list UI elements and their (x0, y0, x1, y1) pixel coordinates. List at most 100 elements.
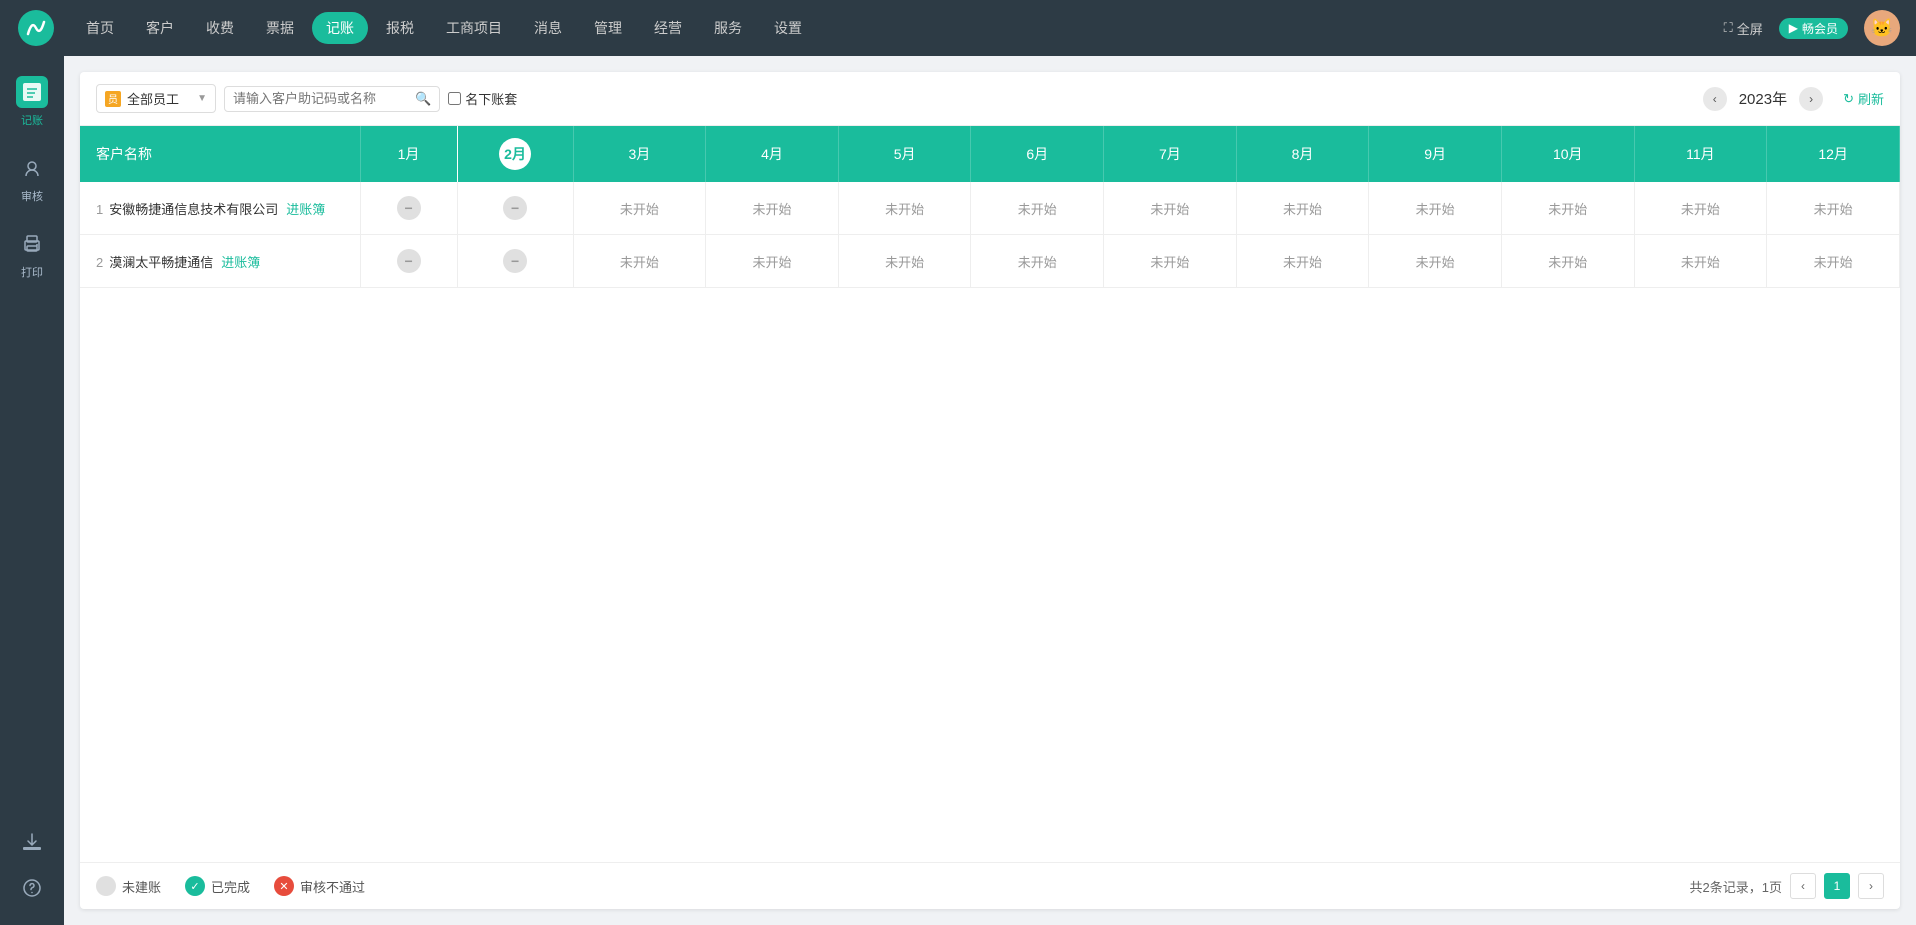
year-nav: ‹ 2023年 › (1703, 87, 1823, 111)
col-header-jun: 6月 (971, 126, 1104, 182)
legend-red-icon (274, 876, 294, 896)
nav-home[interactable]: 首页 (72, 12, 128, 44)
cell-month-0-4: 未开始 (838, 182, 971, 235)
sidebar-item-review[interactable]: 审核 (0, 140, 64, 216)
year-display: 2023年 (1739, 88, 1787, 109)
table-row: 1安徽畅捷通信息技术有限公司进账簿−−未开始未开始未开始未开始未开始未开始未开始… (80, 182, 1900, 235)
search-input[interactable] (233, 91, 409, 106)
nav-accounting[interactable]: 记账 (312, 12, 368, 44)
col-header-jul: 7月 (1104, 126, 1237, 182)
nav-customers[interactable]: 客户 (132, 12, 188, 44)
my-accounts-checkbox[interactable] (448, 92, 461, 105)
nav-settings[interactable]: 设置 (760, 12, 816, 44)
status-dash-icon: − (503, 196, 527, 220)
col-header-mar: 3月 (573, 126, 706, 182)
cell-month-0-1: − (457, 182, 573, 235)
cell-month-0-11: 未开始 (1767, 182, 1900, 235)
col-header-customer: 客户名称 (80, 126, 360, 182)
my-accounts-checkbox-wrap[interactable]: 名下账套 (448, 89, 517, 108)
enter-ledger-link[interactable]: 进账簿 (286, 202, 325, 217)
search-input-wrap: 🔍 (224, 86, 440, 112)
sidebar-download-button[interactable] (13, 821, 51, 863)
cell-month-1-2: 未开始 (573, 235, 706, 288)
cell-month-0-6: 未开始 (1104, 182, 1237, 235)
cell-month-0-5: 未开始 (971, 182, 1104, 235)
cell-month-0-0: − (360, 182, 457, 235)
main-layout: 记账 审核 打印 (0, 56, 1916, 925)
review-icon (16, 152, 48, 184)
cell-month-1-10: 未开始 (1634, 235, 1767, 288)
col-header-oct: 10月 (1501, 126, 1634, 182)
refresh-label: 刷新 (1858, 89, 1884, 108)
next-page-button[interactable]: › (1858, 873, 1884, 899)
cell-month-0-2: 未开始 (573, 182, 706, 235)
col-header-aug: 8月 (1236, 126, 1369, 182)
nav-invoices[interactable]: 票据 (252, 12, 308, 44)
col-header-jan: 1月 (360, 126, 457, 182)
cell-month-1-11: 未开始 (1767, 235, 1900, 288)
legend-rejected: 审核不通过 (274, 876, 365, 896)
company-name: 漠澜太平畅捷通信 (109, 255, 213, 270)
employee-select[interactable]: 员 全部员工 ▼ (96, 84, 216, 113)
cell-month-0-9: 未开始 (1501, 182, 1634, 235)
sidebar-label-review: 审核 (21, 188, 43, 204)
fullscreen-label: 全屏 (1737, 19, 1763, 38)
refresh-icon: ↻ (1843, 91, 1854, 107)
cell-month-1-1: − (457, 235, 573, 288)
accounting-icon (16, 76, 48, 108)
my-accounts-label: 名下账套 (465, 89, 517, 108)
cell-company-0: 1安徽畅捷通信息技术有限公司进账簿 (80, 182, 360, 235)
cell-month-1-4: 未开始 (838, 235, 971, 288)
current-page-button[interactable]: 1 (1824, 873, 1850, 899)
next-year-button[interactable]: › (1799, 87, 1823, 111)
prev-page-button[interactable]: ‹ (1790, 873, 1816, 899)
col-header-apr: 4月 (706, 126, 839, 182)
nav-operations[interactable]: 经营 (640, 12, 696, 44)
total-records: 共2条记录，1页 (1690, 877, 1782, 896)
refresh-button[interactable]: ↻ 刷新 (1843, 89, 1884, 108)
legend-gray-icon (96, 876, 116, 896)
cell-month-0-3: 未开始 (706, 182, 839, 235)
nav-billing[interactable]: 收费 (192, 12, 248, 44)
col-header-dec: 12月 (1767, 126, 1900, 182)
enter-ledger-link[interactable]: 进账簿 (221, 255, 260, 270)
status-dash-icon: − (503, 249, 527, 273)
sidebar-bottom (0, 821, 64, 925)
col-header-may: 5月 (838, 126, 971, 182)
sidebar-item-print[interactable]: 打印 (0, 216, 64, 292)
nav-management[interactable]: 管理 (580, 12, 636, 44)
nav-messages[interactable]: 消息 (520, 12, 576, 44)
main-card: 员 全部员工 ▼ 🔍 名下账套 ‹ 2023年 › (80, 72, 1900, 909)
cell-month-1-8: 未开始 (1369, 235, 1502, 288)
sidebar-item-accounting[interactable]: 记账 (0, 64, 64, 140)
top-nav: 首页 客户 收费 票据 记账 报税 工商项目 消息 管理 经营 服务 设置 ⛶ … (0, 0, 1916, 56)
sidebar-label-print: 打印 (21, 264, 43, 280)
footer-pagination: 共2条记录，1页 ‹ 1 › (1690, 873, 1884, 899)
cell-month-1-3: 未开始 (706, 235, 839, 288)
prev-year-button[interactable]: ‹ (1703, 87, 1727, 111)
nav-tax[interactable]: 报税 (372, 12, 428, 44)
avatar[interactable]: 🐱 (1864, 10, 1900, 46)
nav-business[interactable]: 工商项目 (432, 12, 516, 44)
legend-not-created-label: 未建账 (122, 877, 161, 896)
print-icon (16, 228, 48, 260)
nav-items: 首页 客户 收费 票据 记账 报税 工商项目 消息 管理 经营 服务 设置 (72, 12, 1724, 44)
vip-button[interactable]: ▶ 畅会员 (1779, 18, 1848, 39)
footer-bar: 未建账 已完成 审核不通过 共2条记录，1页 ‹ 1 › (80, 862, 1900, 909)
search-button[interactable]: 🔍 (415, 91, 431, 107)
legend-not-created: 未建账 (96, 876, 161, 896)
fullscreen-button[interactable]: ⛶ 全屏 (1724, 19, 1763, 38)
accounting-table: 客户名称 1月 2月 3月 4月 5月 6月 7月 8月 9月 10月 11月 (80, 126, 1900, 288)
table-header-row: 客户名称 1月 2月 3月 4月 5月 6月 7月 8月 9月 10月 11月 (80, 126, 1900, 182)
col-header-sep: 9月 (1369, 126, 1502, 182)
cell-month-1-6: 未开始 (1104, 235, 1237, 288)
app-logo[interactable] (16, 8, 56, 48)
left-sidebar: 记账 审核 打印 (0, 56, 64, 925)
sidebar-support-button[interactable] (13, 867, 51, 909)
status-dash-icon: − (397, 196, 421, 220)
content-area: 员 全部员工 ▼ 🔍 名下账套 ‹ 2023年 › (64, 56, 1916, 925)
col-header-nov: 11月 (1634, 126, 1767, 182)
employee-select-text: 全部员工 (127, 89, 191, 108)
table-wrap: 客户名称 1月 2月 3月 4月 5月 6月 7月 8月 9月 10月 11月 (80, 126, 1900, 862)
nav-service[interactable]: 服务 (700, 12, 756, 44)
